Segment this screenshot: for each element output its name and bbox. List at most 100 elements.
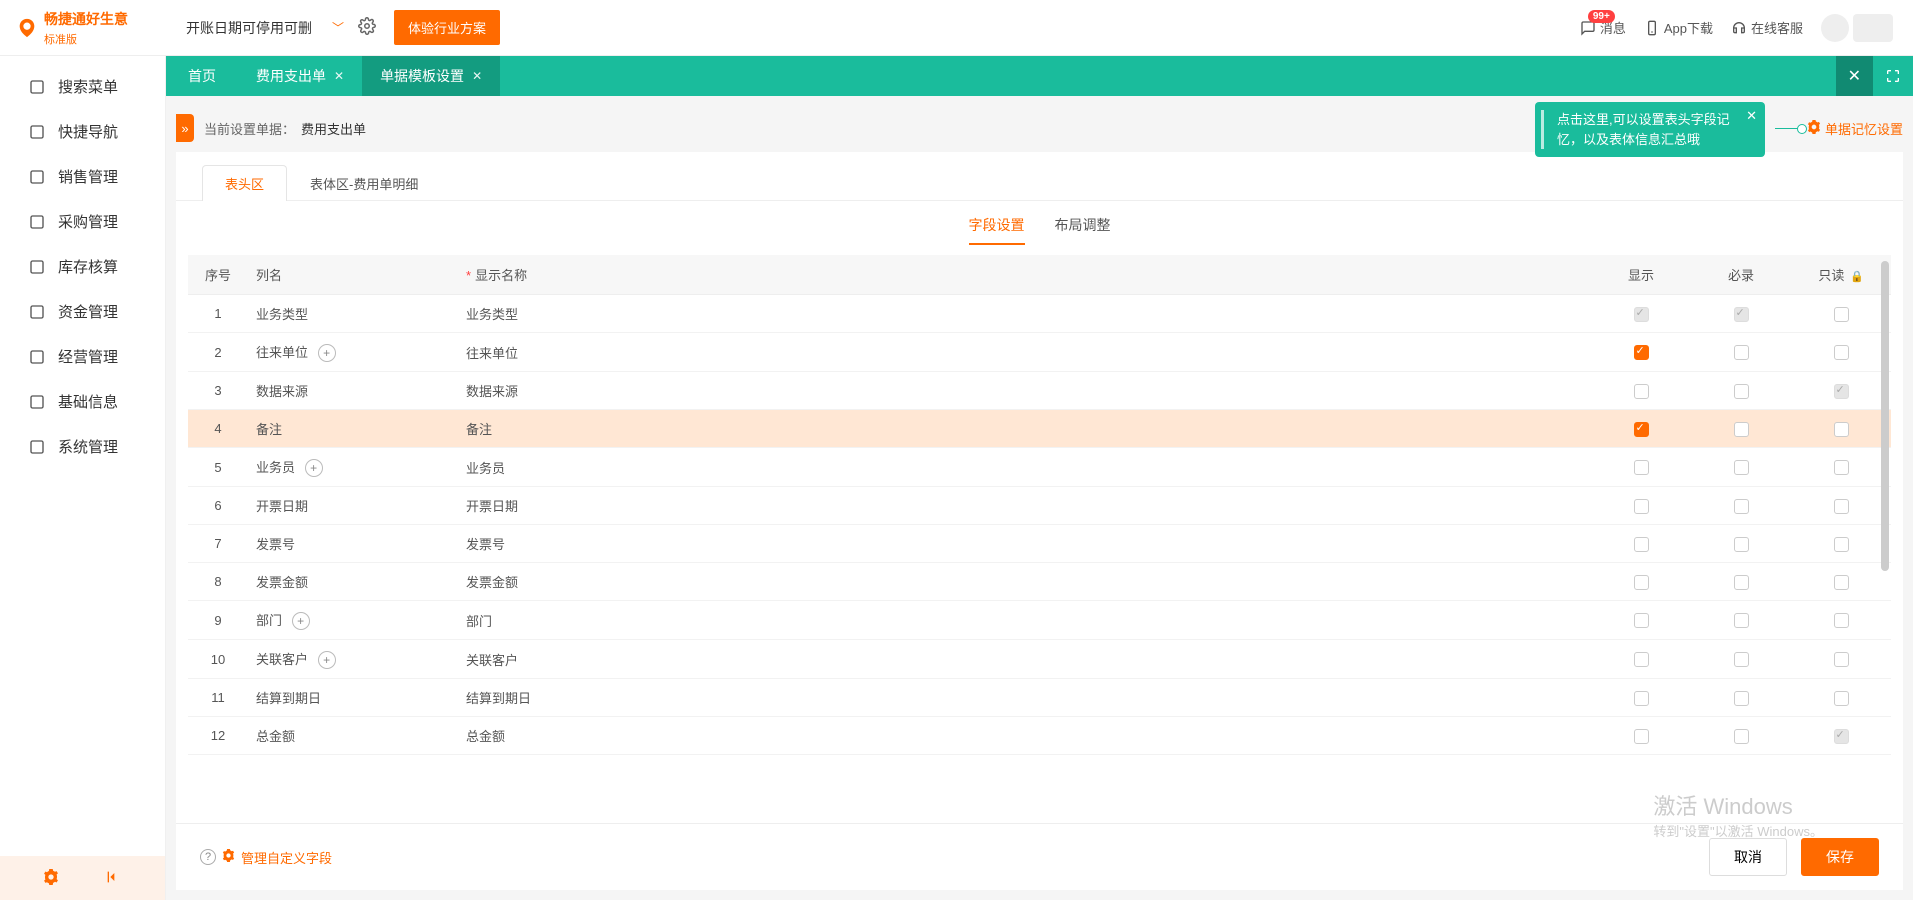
table-row[interactable]: 9部门 +部门: [188, 601, 1891, 640]
sidebar-settings-icon[interactable]: [43, 869, 59, 888]
support-link[interactable]: 在线客服: [1731, 18, 1803, 37]
cell-display[interactable]: 数据来源: [458, 372, 1591, 410]
checkbox[interactable]: [1734, 613, 1749, 628]
sidebar-item-6[interactable]: 经营管理: [0, 334, 165, 379]
cell-display[interactable]: 备注: [458, 410, 1591, 448]
add-icon[interactable]: +: [305, 459, 323, 477]
checkbox[interactable]: [1734, 691, 1749, 706]
avatar-group[interactable]: [1821, 14, 1893, 42]
checkbox[interactable]: [1834, 460, 1849, 475]
tab-home[interactable]: 首页: [166, 56, 238, 96]
table-row[interactable]: 8发票金额发票金额: [188, 563, 1891, 601]
cell-display[interactable]: 部门: [458, 601, 1591, 640]
checkbox[interactable]: [1634, 384, 1649, 399]
sidebar-item-4[interactable]: 库存核算: [0, 244, 165, 289]
checkbox[interactable]: [1634, 422, 1649, 437]
cell-display[interactable]: 开票日期: [458, 487, 1591, 525]
checkbox[interactable]: [1834, 613, 1849, 628]
table-scroll-area[interactable]: 序号 列名 *显示名称 显示 必录 只读 🔒 1业务类型业务类型2往来单位 +往…: [188, 255, 1891, 823]
checkbox[interactable]: [1634, 460, 1649, 475]
checkbox[interactable]: [1734, 652, 1749, 667]
app-download-link[interactable]: App下载: [1644, 18, 1713, 37]
checkbox[interactable]: [1734, 499, 1749, 514]
table-row[interactable]: 11结算到期日结算到期日: [188, 679, 1891, 717]
cell-display[interactable]: 结算到期日: [458, 679, 1591, 717]
checkbox[interactable]: [1834, 422, 1849, 437]
checkbox[interactable]: [1634, 499, 1649, 514]
checkbox[interactable]: [1634, 345, 1649, 360]
checkbox[interactable]: [1734, 460, 1749, 475]
industry-cta-button[interactable]: 体验行业方案: [394, 10, 500, 45]
checkbox[interactable]: [1834, 307, 1849, 322]
sidebar-item-3[interactable]: 采购管理: [0, 199, 165, 244]
cell-required: [1691, 563, 1791, 601]
hint-tooltip-close-icon[interactable]: ✕: [1746, 106, 1757, 126]
tab-close-icon[interactable]: ✕: [472, 69, 482, 83]
sidebar-item-0[interactable]: 搜索菜单: [0, 64, 165, 109]
cell-display[interactable]: 业务类型: [458, 295, 1591, 333]
sidebar-collapse-icon[interactable]: [104, 869, 122, 888]
org-selector[interactable]: 开账日期可停用可删 ﹀: [186, 18, 344, 38]
sub-tab-1[interactable]: 布局调整: [1055, 215, 1111, 245]
table-row[interactable]: 2往来单位 +往来单位: [188, 333, 1891, 372]
fullscreen-icon[interactable]: [1873, 56, 1913, 96]
tab-1[interactable]: 单据模板设置✕: [362, 56, 500, 96]
checkbox[interactable]: [1834, 345, 1849, 360]
th-required: 必录: [1691, 255, 1791, 295]
panel-tab-0[interactable]: 表头区: [202, 165, 287, 201]
cell-display[interactable]: 关联客户: [458, 640, 1591, 679]
cell-display[interactable]: 业务员: [458, 448, 1591, 487]
table-row[interactable]: 6开票日期开票日期: [188, 487, 1891, 525]
checkbox[interactable]: [1734, 537, 1749, 552]
table-row[interactable]: 12总金额总金额: [188, 717, 1891, 755]
messages-link[interactable]: 99+ 消息: [1580, 18, 1626, 37]
sidebar-item-8[interactable]: 系统管理: [0, 424, 165, 469]
tab-close-icon[interactable]: ✕: [334, 69, 344, 83]
cell-display[interactable]: 往来单位: [458, 333, 1591, 372]
custom-fields-link[interactable]: ? 管理自定义字段: [200, 848, 332, 867]
table-row[interactable]: 3数据来源数据来源: [188, 372, 1891, 410]
cell-display[interactable]: 发票金额: [458, 563, 1591, 601]
th-name: 列名: [248, 255, 458, 295]
checkbox[interactable]: [1734, 729, 1749, 744]
sidebar-item-2[interactable]: 销售管理: [0, 154, 165, 199]
table-row[interactable]: 1业务类型业务类型: [188, 295, 1891, 333]
cell-display[interactable]: 总金额: [458, 717, 1591, 755]
add-icon[interactable]: +: [318, 651, 336, 669]
table-row[interactable]: 7发票号发票号: [188, 525, 1891, 563]
add-icon[interactable]: +: [318, 344, 336, 362]
memory-settings-link[interactable]: 单据记忆设置: [1775, 119, 1903, 138]
checkbox[interactable]: [1834, 537, 1849, 552]
table-row[interactable]: 10关联客户 +关联客户: [188, 640, 1891, 679]
checkbox[interactable]: [1634, 613, 1649, 628]
checkbox[interactable]: [1634, 729, 1649, 744]
scrollbar-thumb[interactable]: [1881, 261, 1889, 571]
checkbox[interactable]: [1634, 537, 1649, 552]
checkbox[interactable]: [1834, 691, 1849, 706]
checkbox[interactable]: [1834, 499, 1849, 514]
table-row[interactable]: 5业务员 +业务员: [188, 448, 1891, 487]
panel-tab-1[interactable]: 表体区-费用单明细: [287, 165, 441, 201]
checkbox[interactable]: [1734, 422, 1749, 437]
sub-tab-0[interactable]: 字段设置: [969, 215, 1025, 245]
sidebar-item-1[interactable]: 快捷导航: [0, 109, 165, 154]
checkbox[interactable]: [1634, 652, 1649, 667]
checkbox[interactable]: [1834, 652, 1849, 667]
add-icon[interactable]: +: [292, 612, 310, 630]
cancel-button[interactable]: 取消: [1709, 838, 1787, 876]
cell-display[interactable]: 发票号: [458, 525, 1591, 563]
checkbox[interactable]: [1734, 384, 1749, 399]
checkbox[interactable]: [1634, 691, 1649, 706]
sidebar-item-7[interactable]: 基础信息: [0, 379, 165, 424]
checkbox[interactable]: [1834, 575, 1849, 590]
checkbox[interactable]: [1634, 575, 1649, 590]
tab-close-all-icon[interactable]: ✕: [1836, 56, 1873, 96]
tab-0[interactable]: 费用支出单✕: [238, 56, 362, 96]
sidebar-item-5[interactable]: 资金管理: [0, 289, 165, 334]
checkbox[interactable]: [1734, 345, 1749, 360]
checkbox[interactable]: [1734, 575, 1749, 590]
expand-handle[interactable]: »: [176, 114, 194, 142]
settings-gear-icon[interactable]: [358, 17, 376, 38]
save-button[interactable]: 保存: [1801, 838, 1879, 876]
table-row[interactable]: 4备注备注: [188, 410, 1891, 448]
